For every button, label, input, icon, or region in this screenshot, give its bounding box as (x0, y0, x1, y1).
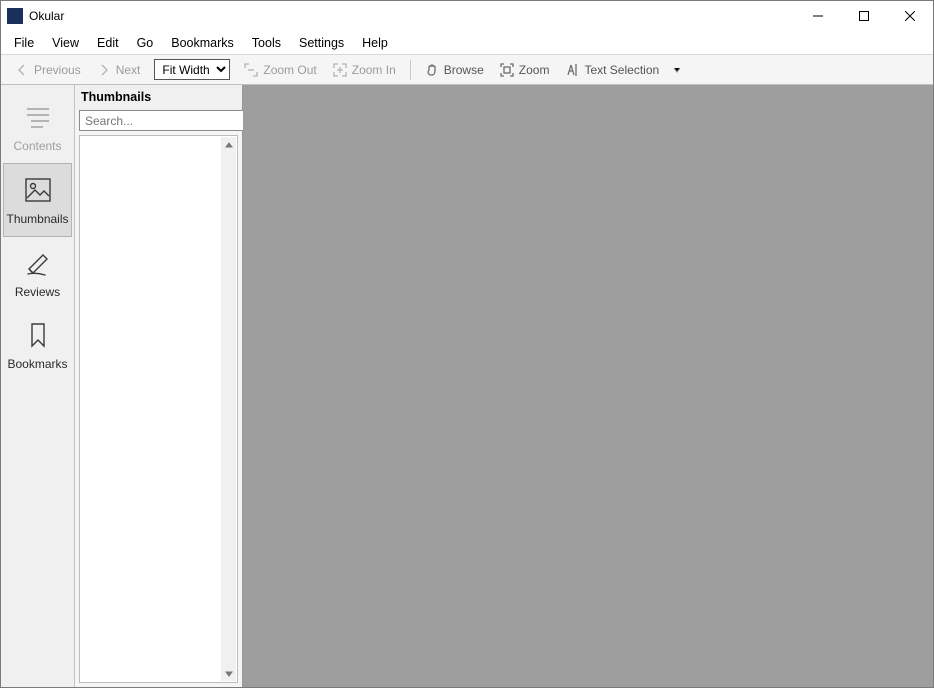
menu-tools[interactable]: Tools (243, 33, 290, 53)
chevron-left-icon (15, 63, 29, 77)
thumbnails-icon (23, 176, 53, 204)
zoom-tool-button[interactable]: Zoom (492, 61, 558, 79)
zoom-in-label: Zoom In (352, 63, 396, 77)
thumbnails-list (79, 135, 238, 683)
tab-bookmarks-label: Bookmarks (7, 357, 67, 371)
zoom-in-icon (333, 63, 347, 77)
toolbar-separator (410, 60, 411, 80)
app-icon (7, 8, 23, 24)
bookmarks-icon (23, 321, 53, 349)
previous-label: Previous (34, 63, 81, 77)
reviews-icon (23, 249, 53, 277)
maximize-button[interactable] (841, 1, 887, 31)
next-button[interactable]: Next (89, 61, 149, 79)
toolbar: Previous Next Fit Width Zoom Out Zoom In… (1, 55, 933, 85)
tab-reviews-label: Reviews (15, 285, 60, 299)
browse-button[interactable]: Browse (417, 61, 492, 79)
tab-reviews[interactable]: Reviews (1, 237, 74, 309)
next-label: Next (116, 63, 141, 77)
scroll-up-icon[interactable] (221, 137, 236, 152)
main-area: Contents Thumbnails Reviews Bookmarks Th… (1, 85, 933, 687)
search-input[interactable] (79, 110, 246, 131)
zoom-tool-icon (500, 63, 514, 77)
tab-contents-label: Contents (13, 139, 61, 153)
hand-icon (425, 63, 439, 77)
browse-label: Browse (444, 63, 484, 77)
menu-file[interactable]: File (5, 33, 43, 53)
zoom-in-button[interactable]: Zoom In (325, 61, 404, 79)
menu-bookmarks[interactable]: Bookmarks (162, 33, 243, 53)
search-row (75, 110, 242, 135)
text-selection-dropdown[interactable] (667, 59, 687, 81)
zoom-out-icon (244, 63, 258, 77)
panel-title: Thumbnails (75, 85, 242, 110)
tab-bookmarks[interactable]: Bookmarks (1, 309, 74, 381)
previous-button[interactable]: Previous (7, 61, 89, 79)
menu-help[interactable]: Help (353, 33, 397, 53)
menu-view[interactable]: View (43, 33, 88, 53)
close-button[interactable] (887, 1, 933, 31)
document-viewport[interactable] (243, 85, 933, 687)
zoom-tool-label: Zoom (519, 63, 550, 77)
tab-thumbnails-label: Thumbnails (6, 212, 68, 226)
title-bar: Okular (1, 1, 933, 31)
tab-thumbnails[interactable]: Thumbnails (3, 163, 72, 237)
menu-settings[interactable]: Settings (290, 33, 353, 53)
zoom-out-button[interactable]: Zoom Out (236, 61, 324, 79)
menu-go[interactable]: Go (128, 33, 163, 53)
menu-edit[interactable]: Edit (88, 33, 128, 53)
zoom-level-select[interactable]: Fit Width (154, 59, 230, 80)
window-title: Okular (29, 9, 64, 23)
thumbnails-scrollbar[interactable] (221, 137, 236, 681)
zoom-out-label: Zoom Out (263, 63, 316, 77)
side-panel: Thumbnails (75, 85, 243, 687)
scroll-down-icon[interactable] (221, 666, 236, 681)
chevron-right-icon (97, 63, 111, 77)
text-selection-icon (565, 63, 579, 77)
side-tabstrip: Contents Thumbnails Reviews Bookmarks (1, 85, 75, 687)
chevron-down-icon (673, 66, 681, 74)
text-selection-label: Text Selection (584, 63, 659, 77)
contents-icon (23, 103, 53, 131)
minimize-button[interactable] (795, 1, 841, 31)
tab-contents[interactable]: Contents (1, 91, 74, 163)
text-selection-button[interactable]: Text Selection (557, 61, 667, 79)
menu-bar: File View Edit Go Bookmarks Tools Settin… (1, 31, 933, 55)
